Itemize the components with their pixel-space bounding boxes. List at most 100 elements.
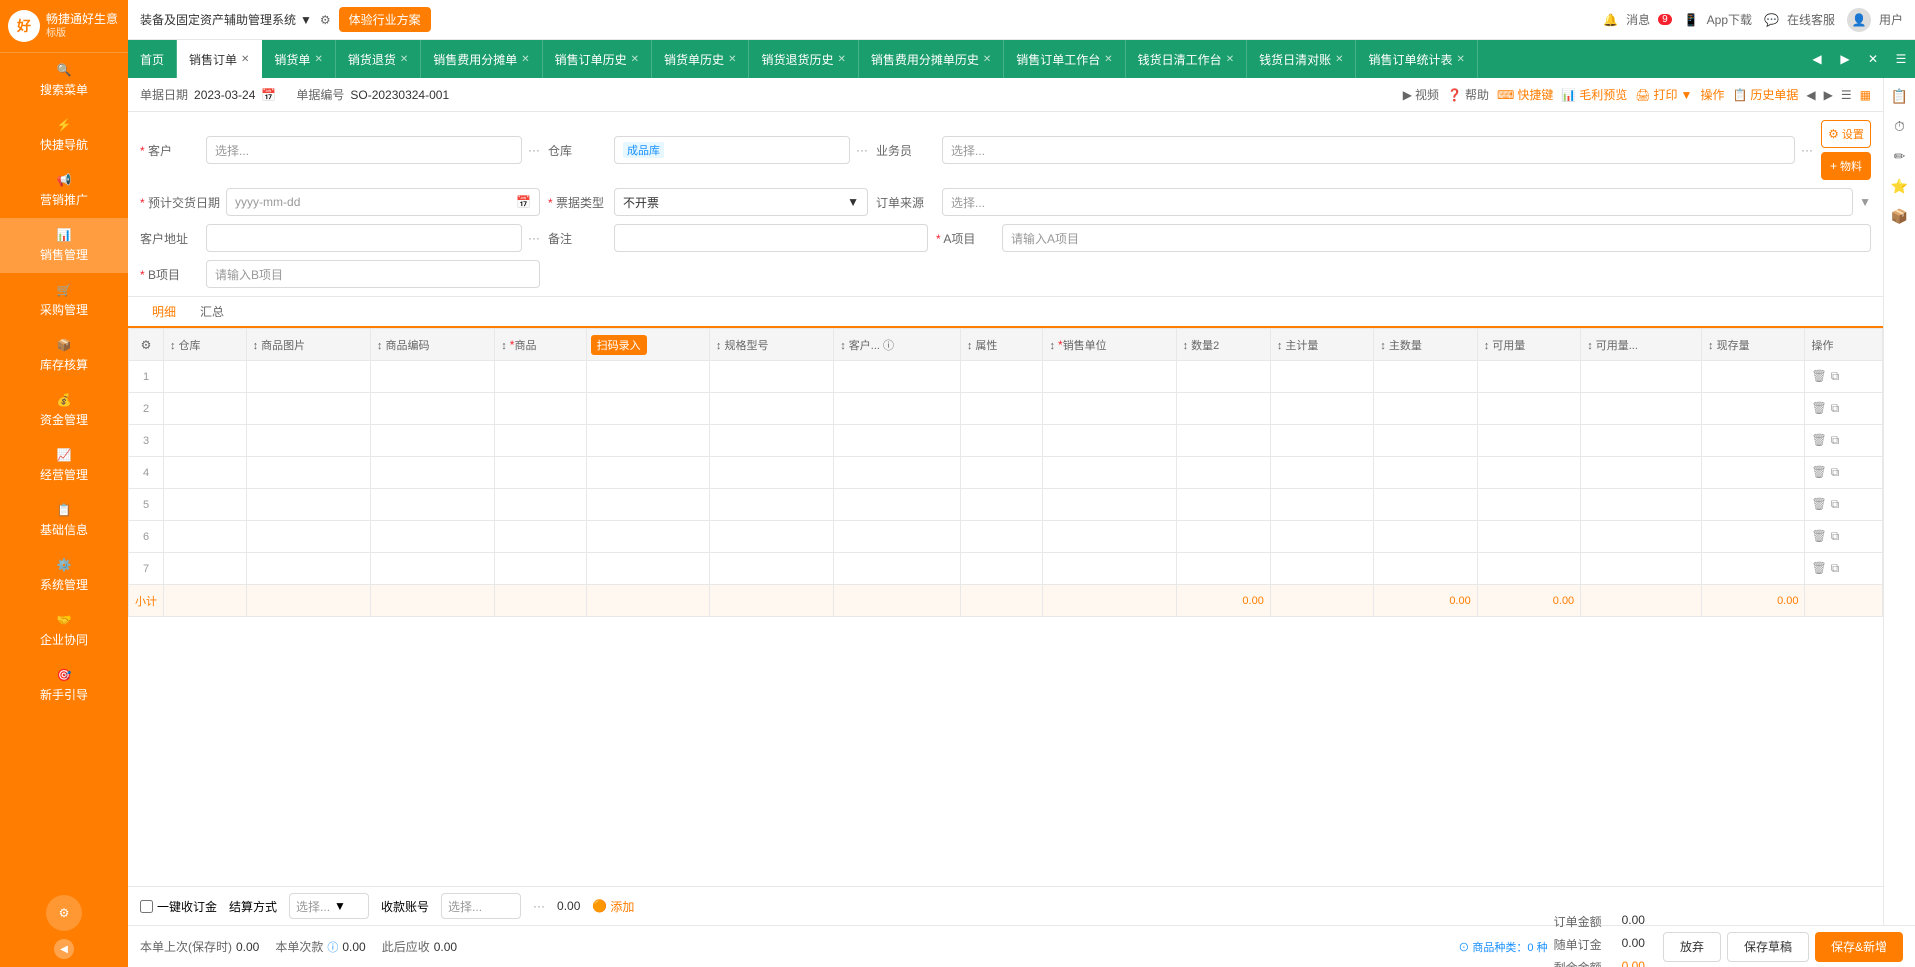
row-cell[interactable] bbox=[1477, 361, 1580, 393]
detail-tab-breakdown[interactable]: 明细 bbox=[140, 297, 188, 328]
sidebar-item-operation[interactable]: 📈 经营管理 bbox=[0, 438, 128, 493]
address-input[interactable] bbox=[206, 224, 522, 252]
row-cell[interactable] bbox=[1374, 521, 1477, 553]
print-btn[interactable]: 🖨 打印 ▼ bbox=[1635, 86, 1692, 103]
warehouse-input[interactable]: 成品库 bbox=[614, 136, 850, 164]
row-cell[interactable] bbox=[1477, 489, 1580, 521]
history-btn[interactable]: 📋 历史单据 bbox=[1732, 86, 1798, 103]
row-cell[interactable] bbox=[1374, 393, 1477, 425]
row-cell[interactable] bbox=[1702, 425, 1805, 457]
col-unit[interactable]: ↕ *销售单位 bbox=[1043, 329, 1176, 361]
salesperson-more-btn[interactable]: ··· bbox=[1801, 143, 1813, 157]
rfloat-btn-3[interactable]: ✏ bbox=[1886, 142, 1914, 170]
col-qty2[interactable]: ↕ 数量2 bbox=[1176, 329, 1270, 361]
add-receipt-btn[interactable]: 🟠 添加 bbox=[592, 898, 634, 915]
address-more-btn[interactable]: ··· bbox=[528, 231, 540, 245]
solution-btn[interactable]: 体验行业方案 bbox=[339, 7, 431, 32]
receipt-more-btn[interactable]: ··· bbox=[533, 899, 545, 913]
row-delete-icon[interactable]: 🗑 bbox=[1811, 401, 1826, 415]
row-copy-icon[interactable]: ⧉ bbox=[1831, 369, 1840, 383]
row-cell[interactable] bbox=[1270, 521, 1373, 553]
rfloat-btn-1[interactable]: 📋 bbox=[1886, 82, 1914, 110]
col-main-qty[interactable]: ↕ 主数量 bbox=[1374, 329, 1477, 361]
sidebar-item-marketing[interactable]: 📢 营销推广 bbox=[0, 163, 128, 218]
settlement-select[interactable]: 选择... ▼ bbox=[289, 893, 369, 919]
help-btn[interactable]: ❓ 帮助 bbox=[1447, 86, 1489, 103]
row-cell[interactable] bbox=[1270, 489, 1373, 521]
shortcut-btn[interactable]: ⌨ 快捷键 bbox=[1497, 86, 1553, 103]
sidebar-item-search[interactable]: 🔍 搜索菜单 bbox=[0, 53, 128, 108]
row-cell[interactable] bbox=[1176, 393, 1270, 425]
sidebar-item-sales[interactable]: 📊 销售管理 bbox=[0, 218, 128, 273]
tab-reconcile[interactable]: 钱货日清对账 ✕ bbox=[1247, 40, 1356, 78]
row-cell[interactable] bbox=[1581, 361, 1702, 393]
col-customer-code[interactable]: ↕ 客户... ⓘ bbox=[834, 329, 961, 361]
row-cell[interactable] bbox=[834, 393, 961, 425]
row-cell[interactable] bbox=[1176, 553, 1270, 585]
row-cell[interactable] bbox=[586, 553, 709, 585]
row-cell[interactable] bbox=[1581, 457, 1702, 489]
row-cell[interactable] bbox=[1176, 425, 1270, 457]
save-draft-btn[interactable]: 保存草稿 bbox=[1727, 932, 1809, 962]
sidebar-item-finance[interactable]: 💰 资金管理 bbox=[0, 383, 128, 438]
row-cell[interactable] bbox=[370, 553, 494, 585]
row-cell[interactable] bbox=[1581, 393, 1702, 425]
col-spec[interactable]: ↕ 规格型号 bbox=[709, 329, 833, 361]
remark-input[interactable] bbox=[614, 224, 928, 252]
row-cell[interactable] bbox=[709, 361, 833, 393]
row-cell[interactable] bbox=[1581, 489, 1702, 521]
row-cell[interactable] bbox=[1043, 425, 1176, 457]
row-cell[interactable] bbox=[834, 553, 961, 585]
col-settings-icon[interactable]: ⚙ bbox=[141, 338, 152, 352]
goods-count-link[interactable]: ⊙ 商品种类：0 种 bbox=[1458, 939, 1547, 955]
row-delete-icon[interactable]: 🗑 bbox=[1811, 433, 1826, 447]
tab-close-return-history[interactable]: ✕ bbox=[837, 54, 845, 65]
discard-btn[interactable]: 放弃 bbox=[1663, 932, 1721, 962]
row-cell[interactable] bbox=[164, 553, 247, 585]
row-cell[interactable] bbox=[834, 361, 961, 393]
row-cell[interactable] bbox=[960, 553, 1043, 585]
row-cell[interactable] bbox=[495, 521, 586, 553]
row-cell[interactable] bbox=[586, 521, 709, 553]
tab-sales-order[interactable]: 销售订单 ✕ bbox=[177, 40, 262, 78]
one-click-payment-checkbox[interactable]: 一键收订金 bbox=[140, 898, 217, 915]
row-cell[interactable] bbox=[164, 361, 247, 393]
detail-tab-summary[interactable]: 汇总 bbox=[188, 297, 236, 328]
row-cell[interactable] bbox=[1176, 489, 1270, 521]
row-cell[interactable] bbox=[1374, 425, 1477, 457]
view-btn[interactable]: ▶ 视频 bbox=[1403, 86, 1439, 103]
next-record-btn[interactable]: ▶ bbox=[1824, 88, 1833, 102]
tab-next-btn[interactable]: ▶ bbox=[1831, 40, 1859, 78]
row-cell[interactable] bbox=[370, 361, 494, 393]
row-cell[interactable] bbox=[1374, 361, 1477, 393]
tab-close-cost-history[interactable]: ✕ bbox=[983, 54, 991, 65]
row-cell[interactable] bbox=[1581, 521, 1702, 553]
tab-close-cost-split[interactable]: ✕ bbox=[521, 54, 529, 65]
row-cell[interactable] bbox=[834, 521, 961, 553]
rfloat-btn-5[interactable]: 📦 bbox=[1886, 202, 1914, 230]
row-cell[interactable] bbox=[1702, 457, 1805, 489]
warehouse-more-btn[interactable]: ··· bbox=[856, 143, 868, 157]
tab-prev-btn[interactable]: ◀ bbox=[1803, 40, 1831, 78]
row-cell[interactable] bbox=[1477, 553, 1580, 585]
tab-close-sales-return[interactable]: ✕ bbox=[400, 54, 408, 65]
row-cell[interactable] bbox=[1270, 553, 1373, 585]
row-cell[interactable] bbox=[709, 425, 833, 457]
rfloat-btn-4[interactable]: ⭐ bbox=[1886, 172, 1914, 200]
row-cell[interactable] bbox=[1581, 553, 1702, 585]
profit-preview-btn[interactable]: 📊 毛利预览 bbox=[1561, 86, 1627, 103]
row-cell[interactable] bbox=[495, 457, 586, 489]
row-cell[interactable] bbox=[1477, 425, 1580, 457]
row-cell[interactable] bbox=[1477, 457, 1580, 489]
notification-group[interactable]: 🔔 消息 9 bbox=[1603, 11, 1672, 28]
one-click-checkbox-input[interactable] bbox=[140, 900, 153, 913]
customer-more-btn[interactable]: ··· bbox=[528, 143, 540, 157]
row-cell[interactable] bbox=[164, 457, 247, 489]
row-cell[interactable] bbox=[495, 393, 586, 425]
row-cell[interactable] bbox=[1374, 457, 1477, 489]
row-cell[interactable] bbox=[709, 489, 833, 521]
tab-close-order-history[interactable]: ✕ bbox=[631, 54, 639, 65]
sidebar-item-guide[interactable]: 🎯 新手引导 bbox=[0, 658, 128, 713]
row-cell[interactable] bbox=[370, 425, 494, 457]
row-cell[interactable] bbox=[1270, 457, 1373, 489]
